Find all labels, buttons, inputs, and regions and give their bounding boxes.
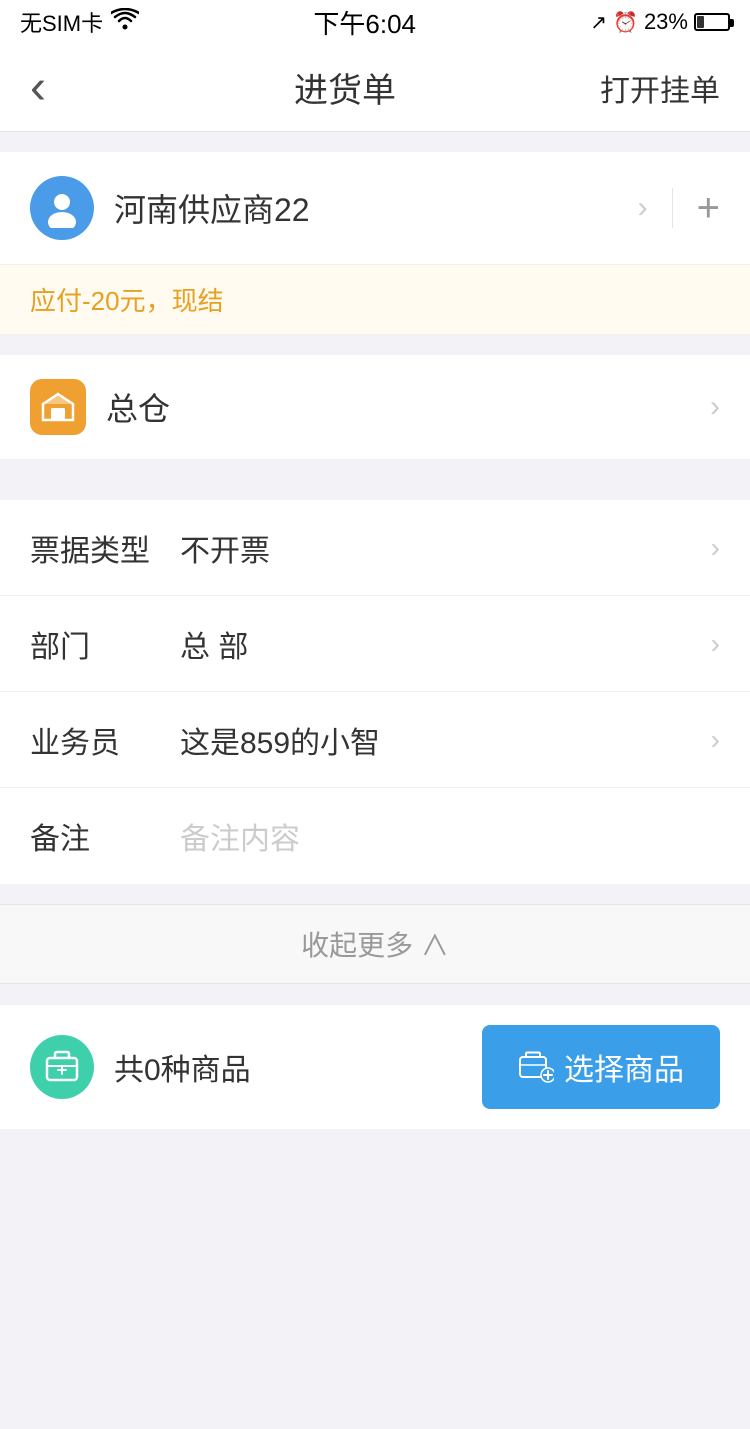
supplier-chevron-icon: › xyxy=(638,191,648,225)
supplier-row[interactable]: 河南供应商22 › + xyxy=(0,152,750,265)
warehouse-icon xyxy=(30,379,86,435)
supplier-name: 河南供应商22 xyxy=(114,185,638,231)
collapse-label: 收起更多 ∧ xyxy=(301,924,449,964)
status-left: 无SIM卡 xyxy=(20,6,139,38)
bottom-action-bar: 共0种商品 选择商品 xyxy=(0,1004,750,1129)
product-count-label: 共0种商品 xyxy=(114,1045,482,1089)
status-right: ↗ ⏰ 23% xyxy=(590,9,730,35)
location-icon: ↗ xyxy=(590,10,607,35)
salesperson-chevron-icon: › xyxy=(711,724,720,756)
remark-label: 备注 xyxy=(30,814,160,858)
status-bar: 无SIM卡 下午6:04 ↗ ⏰ 23% xyxy=(0,0,750,44)
department-chevron-icon: › xyxy=(711,628,720,660)
avatar xyxy=(30,176,94,240)
salesperson-value: 这是859的小智 xyxy=(160,718,711,762)
mid-divider1 xyxy=(0,335,750,355)
page-background xyxy=(0,1129,750,1429)
open-pending-button[interactable]: 打开挂单 xyxy=(600,66,720,110)
battery-icon xyxy=(694,13,730,31)
invoice-type-label: 票据类型 xyxy=(30,526,160,570)
remark-placeholder: 备注内容 xyxy=(160,814,720,858)
page-title: 进货单 xyxy=(294,63,396,112)
department-label: 部门 xyxy=(30,622,160,666)
warehouse-row[interactable]: 总仓 › xyxy=(0,355,750,460)
remark-row[interactable]: 备注 备注内容 xyxy=(0,788,750,884)
notice-row: 应付-20元，现结 xyxy=(0,265,750,335)
supplier-section: 河南供应商22 › + 应付-20元，现结 xyxy=(0,152,750,335)
add-supplier-button[interactable]: + xyxy=(697,186,720,231)
invoice-type-value: 不开票 xyxy=(160,526,711,570)
wifi-icon xyxy=(111,8,139,36)
warehouse-chevron-icon: › xyxy=(710,390,720,424)
nav-bar: ‹ 进货单 打开挂单 xyxy=(0,44,750,132)
carrier-label: 无SIM卡 xyxy=(20,6,103,38)
salesperson-row[interactable]: 业务员 这是859的小智 › xyxy=(0,692,750,788)
mid-divider2 xyxy=(0,460,750,480)
alarm-icon: ⏰ xyxy=(613,10,638,35)
warehouse-name: 总仓 xyxy=(106,384,710,430)
collapse-button[interactable]: 收起更多 ∧ xyxy=(0,904,750,984)
select-product-button[interactable]: 选择商品 xyxy=(482,1025,720,1109)
select-product-icon xyxy=(518,1049,554,1085)
top-divider xyxy=(0,132,750,152)
battery-percentage: 23% xyxy=(644,9,688,35)
supplier-vertical-divider xyxy=(672,188,673,228)
select-product-label: 选择商品 xyxy=(564,1045,684,1089)
product-icon xyxy=(30,1035,94,1099)
invoice-type-chevron-icon: › xyxy=(711,532,720,564)
salesperson-label: 业务员 xyxy=(30,718,160,762)
status-time: 下午6:04 xyxy=(313,4,416,41)
department-row[interactable]: 部门 总 部 › xyxy=(0,596,750,692)
warehouse-section: 总仓 › xyxy=(0,355,750,460)
department-value: 总 部 xyxy=(160,622,711,666)
invoice-type-row[interactable]: 票据类型 不开票 › xyxy=(0,500,750,596)
back-button[interactable]: ‹ xyxy=(30,60,90,115)
form-section: 票据类型 不开票 › 部门 总 部 › 业务员 这是859的小智 › 备注 备注… xyxy=(0,500,750,884)
notice-text: 应付-20元，现结 xyxy=(30,286,224,316)
